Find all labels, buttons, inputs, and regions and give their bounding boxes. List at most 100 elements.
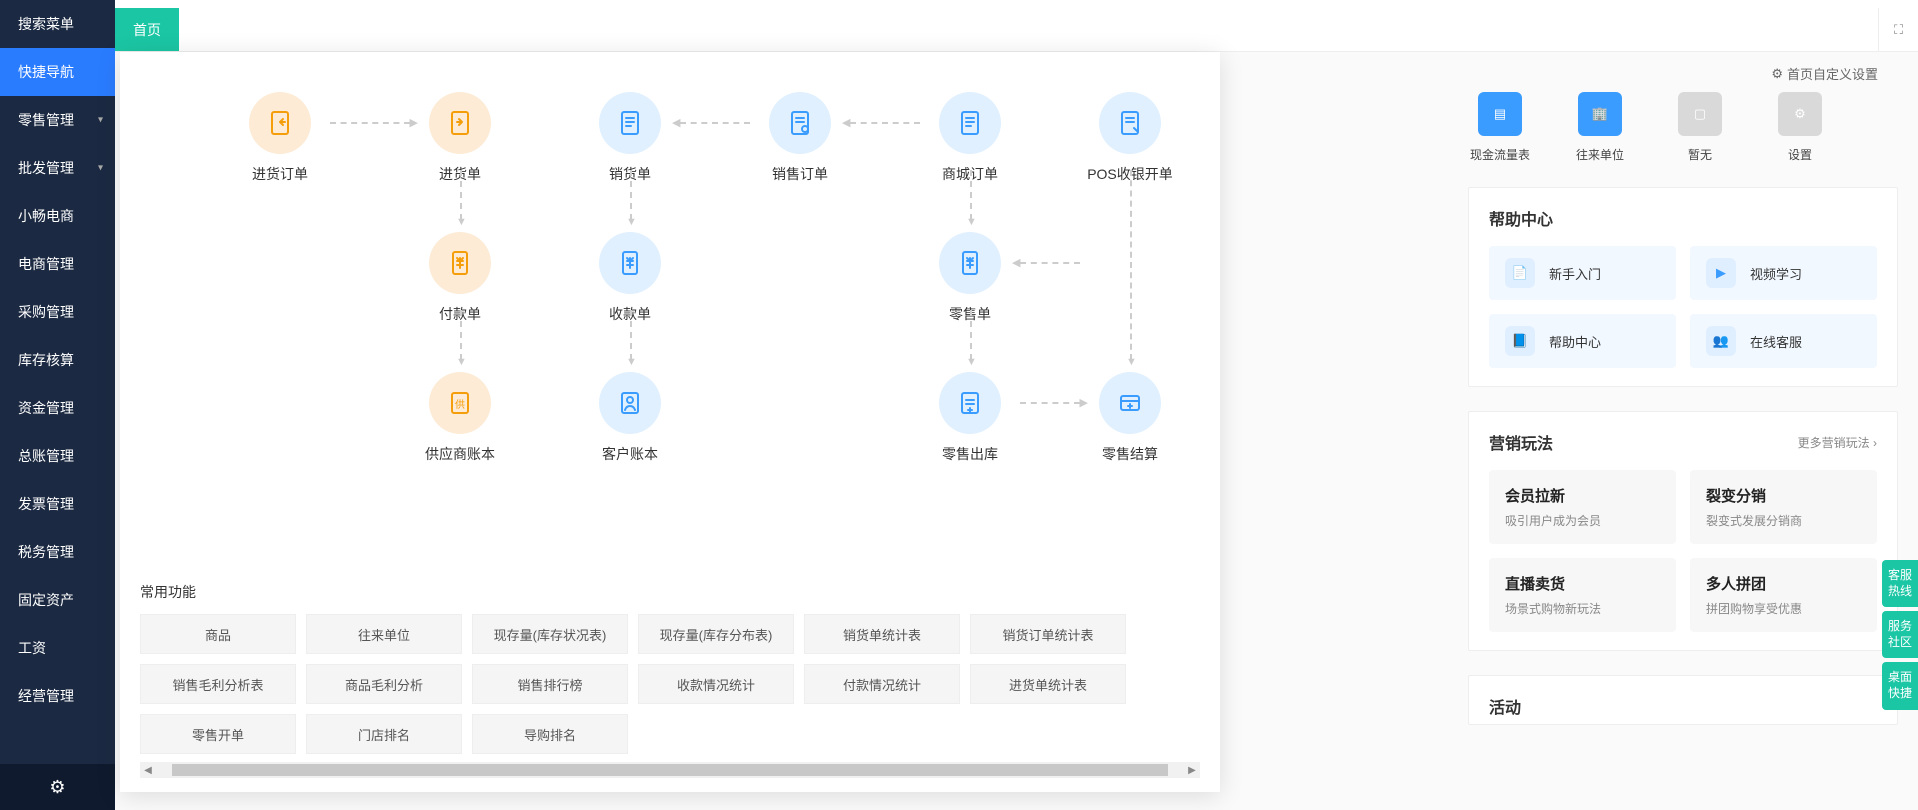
flow-label: 进货单	[439, 164, 481, 184]
common-fn-4[interactable]: 销货单统计表	[804, 614, 960, 654]
sidebar-item-9[interactable]: 总账管理	[0, 432, 115, 480]
common-fn-5[interactable]: 销货订单统计表	[970, 614, 1126, 654]
flow-node-4[interactable]: 商城订单	[910, 92, 1030, 184]
quick-3[interactable]: ⚙设置	[1768, 92, 1832, 163]
workflow-diagram: 进货订单进货单 销货单 销售订单商城订单 POS收银开单付款单收款单 零售单供供应商账本…	[120, 52, 1220, 582]
quick-icon: ▢	[1678, 92, 1722, 136]
help-center-card: 帮助中心 📄新手入门 ▶ 视频学习 📘 帮助中心 👥 在线客服	[1468, 187, 1898, 387]
marketing-item-3[interactable]: 多人拼团拼团购物享受优惠	[1690, 558, 1877, 632]
help-item-2[interactable]: 📘 帮助中心	[1489, 314, 1676, 368]
sidebar-item-10[interactable]: 发票管理	[0, 480, 115, 528]
help-item-0[interactable]: 📄新手入门	[1489, 246, 1676, 300]
scroll-left-icon[interactable]: ◀	[140, 765, 156, 776]
marketing-item-2[interactable]: 直播卖货场景式购物新玩法	[1489, 558, 1676, 632]
float-btn-1[interactable]: 服务社区	[1882, 611, 1918, 658]
common-fn-2[interactable]: 现存量(库存状况表)	[472, 614, 628, 654]
help-icon: 📘	[1505, 326, 1535, 356]
help-label: 视频学习	[1750, 264, 1802, 283]
chevron-down-icon: ▾	[98, 163, 103, 174]
sidebar-item-6[interactable]: 采购管理	[0, 288, 115, 336]
flow-node-8[interactable]: 零售单	[910, 232, 1030, 324]
common-fn-14[interactable]: 导购排名	[472, 714, 628, 754]
quick-icon: 🏢	[1578, 92, 1622, 136]
quick-label: 设置	[1788, 146, 1812, 163]
common-fn-0[interactable]: 商品	[140, 614, 296, 654]
flow-node-12[interactable]: 零售结算	[1070, 372, 1190, 464]
gear-icon: ⚙	[1771, 66, 1783, 82]
common-fn-8[interactable]: 销售排行榜	[472, 664, 628, 704]
flow-node-10[interactable]: 客户账本	[570, 372, 690, 464]
sidebar-item-11[interactable]: 税务管理	[0, 528, 115, 576]
sidebar-item-12[interactable]: 固定资产	[0, 576, 115, 624]
help-icon: ▶	[1706, 258, 1736, 288]
flow-node-1[interactable]: 进货单	[400, 92, 520, 184]
common-fn-6[interactable]: 销售毛利分析表	[140, 664, 296, 704]
flow-icon	[939, 372, 1001, 434]
common-fn-10[interactable]: 付款情况统计	[804, 664, 960, 704]
flow-node-0[interactable]: 进货订单	[220, 92, 340, 184]
mkt-title: 多人拼团	[1706, 573, 1861, 594]
common-fn-11[interactable]: 进货单统计表	[970, 664, 1126, 704]
float-btn-0[interactable]: 客服热线	[1882, 560, 1918, 607]
help-label: 在线客服	[1750, 332, 1802, 351]
quick-icon: ▤	[1478, 92, 1522, 136]
quick-0[interactable]: ▤现金流量表	[1468, 92, 1532, 163]
sidebar-item-3[interactable]: 批发管理▾	[0, 144, 115, 192]
float-btn-2[interactable]: 桌面快捷	[1882, 662, 1918, 709]
sidebar-item-1[interactable]: 快捷导航	[0, 48, 115, 96]
quick-nav-flyout: 进货订单进货单 销货单 销售订单商城订单 POS收银开单付款单收款单 零售单供供应商账本…	[120, 52, 1220, 792]
flow-label: 供应商账本	[425, 444, 495, 464]
sidebar-item-13[interactable]: 工资	[0, 624, 115, 672]
settings-gear-icon[interactable]: ⚙	[0, 764, 115, 810]
sidebar-item-14[interactable]: 经营管理	[0, 672, 115, 720]
help-label: 帮助中心	[1549, 332, 1601, 351]
sidebar-item-2[interactable]: 零售管理▾	[0, 96, 115, 144]
common-fn-7[interactable]: 商品毛利分析	[306, 664, 462, 704]
marketing-more-link[interactable]: 更多营销玩法 ›	[1798, 434, 1877, 451]
activity-card: 活动	[1468, 675, 1898, 725]
right-column: ⚙ 首页自定义设置 ▤现金流量表🏢往来单位▢暂无⚙设置 帮助中心 📄新手入门▶视…	[1468, 68, 1898, 725]
sidebar-item-8[interactable]: 资金管理	[0, 384, 115, 432]
common-fn-1[interactable]: 往来单位	[306, 614, 462, 654]
common-fn-9[interactable]: 收款情况统计	[638, 664, 794, 704]
common-fn-3[interactable]: 现存量(库存分布表)	[638, 614, 794, 654]
flow-node-11[interactable]: 零售出库	[910, 372, 1030, 464]
mkt-title: 会员拉新	[1505, 485, 1660, 506]
marketing-item-0[interactable]: 会员拉新吸引用户成为会员	[1489, 470, 1676, 544]
common-fn-13[interactable]: 门店排名	[306, 714, 462, 754]
flow-label: 销货单	[609, 164, 651, 184]
scroll-right-icon[interactable]: ▶	[1184, 765, 1200, 776]
flow-node-2[interactable]: 销货单	[570, 92, 690, 184]
flow-label: POS收银开单	[1087, 164, 1173, 184]
help-item-3[interactable]: 👥 在线客服	[1690, 314, 1877, 368]
scroll-thumb[interactable]	[172, 764, 1168, 776]
tab-home[interactable]: 首页	[115, 8, 179, 51]
quick-2[interactable]: ▢暂无	[1668, 92, 1732, 163]
horizontal-scrollbar[interactable]: ◀ ▶	[140, 762, 1200, 778]
flow-icon	[769, 92, 831, 154]
flow-label: 零售出库	[942, 444, 998, 464]
sidebar-item-5[interactable]: 电商管理	[0, 240, 115, 288]
mkt-desc: 拼团购物享受优惠	[1706, 600, 1861, 617]
marketing-item-1[interactable]: 裂变分销裂变式发展分销商	[1690, 470, 1877, 544]
common-functions-grid: 商品往来单位现存量(库存状况表)现存量(库存分布表)销货单统计表销货订单统计表销…	[120, 614, 1220, 754]
mkt-desc: 场景式购物新玩法	[1505, 600, 1660, 617]
flow-node-5[interactable]: POS收银开单	[1070, 92, 1190, 184]
flow-icon	[429, 92, 491, 154]
fullscreen-icon[interactable]: ⛶	[1878, 8, 1918, 51]
help-icon: 👥	[1706, 326, 1736, 356]
flow-node-7[interactable]: 收款单	[570, 232, 690, 324]
flow-node-6[interactable]: 付款单	[400, 232, 520, 324]
common-fn-12[interactable]: 零售开单	[140, 714, 296, 754]
sidebar-item-0[interactable]: 搜索菜单	[0, 0, 115, 48]
sidebar-item-7[interactable]: 库存核算	[0, 336, 115, 384]
customize-homepage-link[interactable]: ⚙ 首页自定义设置	[1771, 64, 1878, 83]
flow-label: 商城订单	[942, 164, 998, 184]
flow-node-9[interactable]: 供供应商账本	[400, 372, 520, 464]
flow-icon	[249, 92, 311, 154]
flow-node-3[interactable]: 销售订单	[740, 92, 860, 184]
flow-icon	[1099, 92, 1161, 154]
sidebar-item-4[interactable]: 小畅电商	[0, 192, 115, 240]
quick-1[interactable]: 🏢往来单位	[1568, 92, 1632, 163]
help-item-1[interactable]: ▶ 视频学习	[1690, 246, 1877, 300]
